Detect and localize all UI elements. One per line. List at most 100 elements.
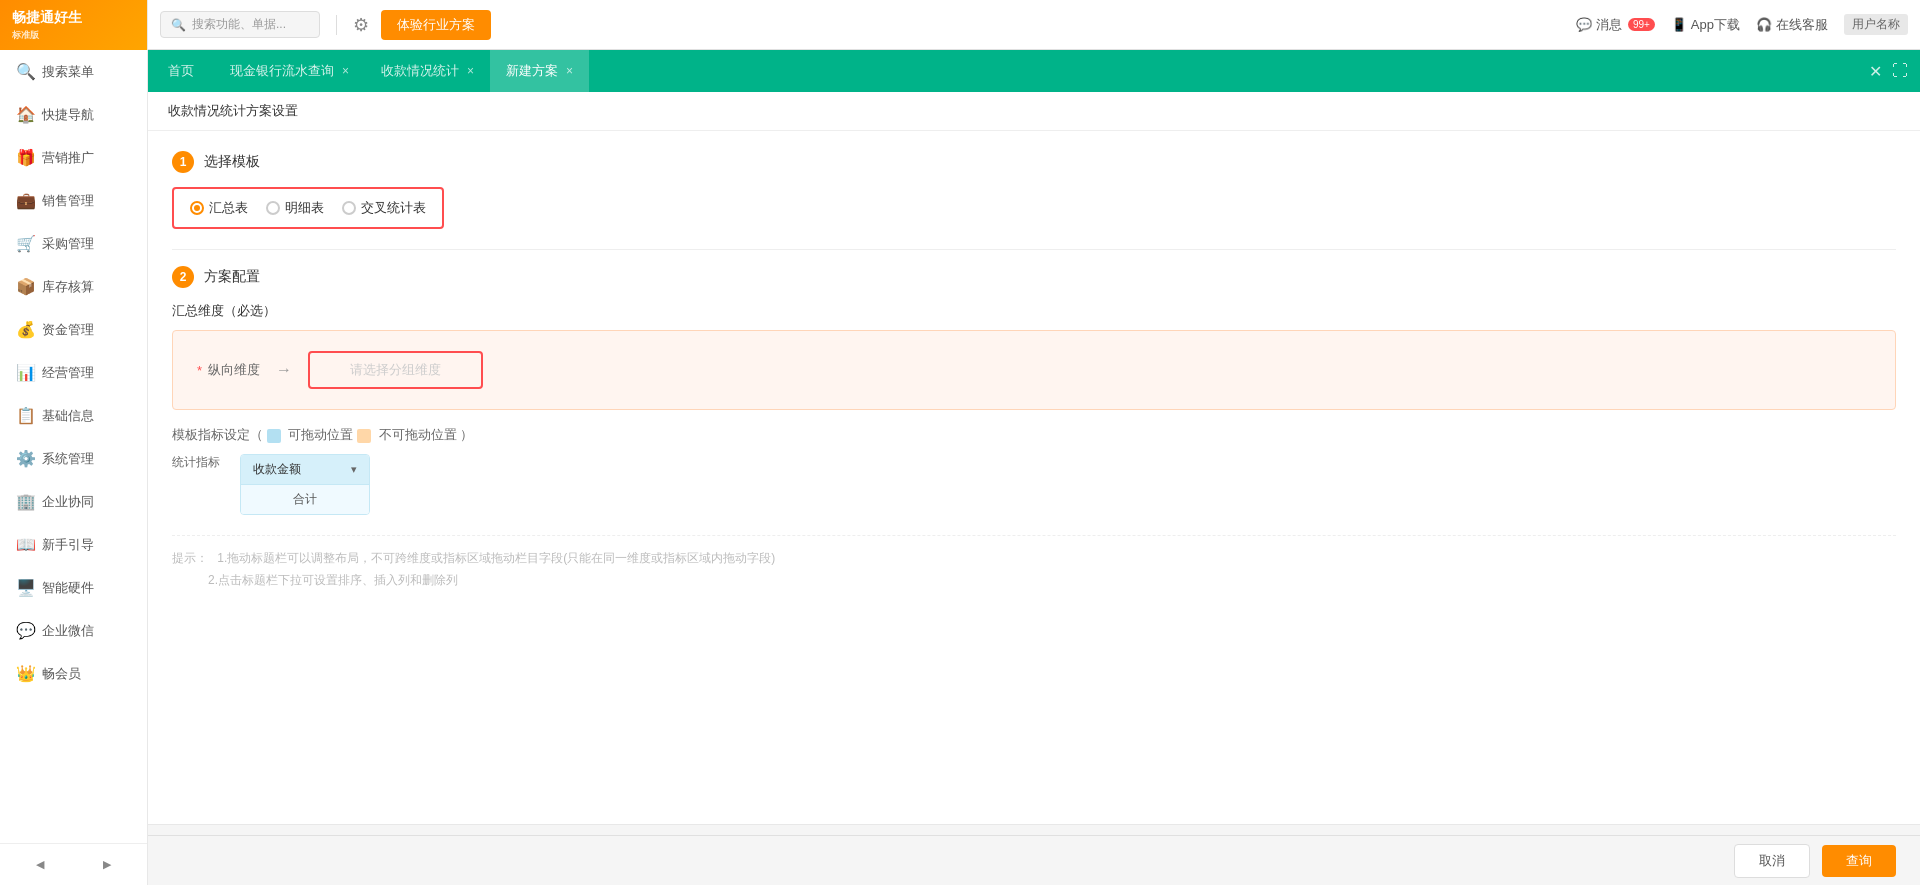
step1-title: 选择模板: [204, 153, 260, 171]
col-sub-text: 合计: [293, 492, 317, 506]
group-dimension-select[interactable]: 请选择分组维度: [308, 351, 483, 389]
tab-home[interactable]: 首页: [148, 50, 214, 92]
tab-bank-flow[interactable]: 现金银行流水查询 ×: [214, 50, 365, 92]
app-icon: 📱: [1671, 17, 1687, 32]
search-box[interactable]: 🔍 搜索功能、单据...: [160, 11, 320, 38]
sidebar-item-label: 销售管理: [42, 192, 94, 210]
summary-dim-label: 汇总维度（必选）: [172, 303, 276, 318]
sidebar-item-label: 企业微信: [42, 622, 94, 640]
indicator-table-header[interactable]: 收款金额 ▾: [241, 455, 369, 485]
radio-summary[interactable]: 汇总表: [190, 199, 248, 217]
summary-dim-section: 汇总维度（必选） * 纵向维度 → 请选择分组维度: [172, 302, 1896, 410]
tab-new-plan-close[interactable]: ×: [566, 64, 573, 78]
sidebar-item-label: 基础信息: [42, 407, 94, 425]
sidebar-collapse-btn[interactable]: ◀: [8, 852, 72, 877]
user-avatar[interactable]: 用户名称: [1844, 14, 1908, 35]
template-radio-group: 汇总表 明细表 交叉统计表: [190, 199, 426, 217]
indicator-settings-label: 模板指标设定（ 可拖动位置 不可拖动位置 ）: [172, 426, 473, 444]
app-download-item[interactable]: 📱 App下载: [1671, 16, 1740, 34]
sidebar-item-label: 系统管理: [42, 450, 94, 468]
sidebar-item-basic-info[interactable]: 📋 基础信息: [0, 394, 147, 437]
guide-icon: 📖: [16, 535, 34, 554]
basic-info-icon: 📋: [16, 406, 34, 425]
support-icon: 🎧: [1756, 17, 1772, 32]
sidebar-item-operations[interactable]: 📊 经营管理: [0, 351, 147, 394]
marketing-icon: 🎁: [16, 148, 34, 167]
col-dropdown-icon[interactable]: ▾: [351, 463, 357, 476]
online-support-item[interactable]: 🎧 在线客服: [1756, 16, 1828, 34]
tab-home-label: 首页: [168, 62, 194, 80]
sidebar-item-label: 快捷导航: [42, 106, 94, 124]
indicator-table: 收款金额 ▾ 合计: [240, 454, 370, 515]
enterprise-icon: 🏢: [16, 492, 34, 511]
sidebar-item-wechat[interactable]: 💬 企业微信: [0, 609, 147, 652]
sidebar-item-system[interactable]: ⚙️ 系统管理: [0, 437, 147, 480]
tab-collection-stats-close[interactable]: ×: [467, 64, 474, 78]
trial-button[interactable]: 体验行业方案: [381, 10, 491, 40]
logo-sub: 标准版: [12, 29, 82, 42]
message-item[interactable]: 💬 消息 99+: [1576, 16, 1655, 34]
tab-collection-stats[interactable]: 收款情况统计 ×: [365, 50, 490, 92]
radio-detail-label: 明细表: [285, 199, 324, 217]
sidebar-item-search-menu[interactable]: 🔍 搜索菜单: [0, 50, 147, 93]
sidebar-item-member[interactable]: 👑 畅会员: [0, 652, 147, 695]
search-menu-icon: 🔍: [16, 62, 34, 81]
tip1: 提示： 1.拖动标题栏可以调整布局，不可跨维度或指标区域拖动栏目字段(只能在同一…: [172, 548, 1896, 570]
radio-detail[interactable]: 明细表: [266, 199, 324, 217]
cancel-button[interactable]: 取消: [1734, 844, 1810, 878]
message-label: 消息: [1596, 16, 1622, 34]
summary-dim-title: 汇总维度（必选）: [172, 302, 1896, 320]
tab-new-plan[interactable]: 新建方案 ×: [490, 50, 589, 92]
sidebar-item-label: 采购管理: [42, 235, 94, 253]
sidebar-item-label: 智能硬件: [42, 579, 94, 597]
sidebar-item-label: 新手引导: [42, 536, 94, 554]
sidebar-item-funds[interactable]: 💰 资金管理: [0, 308, 147, 351]
tab-bank-flow-close[interactable]: ×: [342, 64, 349, 78]
step1-section: 1 选择模板 汇总表 明细表: [172, 151, 1896, 229]
sidebar-item-marketing[interactable]: 🎁 营销推广: [0, 136, 147, 179]
footer-save-section: 方案保存（可选）: [148, 824, 1920, 835]
search-icon: 🔍: [171, 18, 186, 32]
user-name: 用户名称: [1852, 17, 1900, 31]
search-placeholder-text: 搜索功能、单据...: [192, 16, 286, 33]
inventory-icon: 📦: [16, 277, 34, 296]
sidebar-item-hardware[interactable]: 🖥️ 智能硬件: [0, 566, 147, 609]
app-download-label: App下载: [1691, 16, 1740, 34]
main-area: 🔍 搜索功能、单据... ⚙ 体验行业方案 💬 消息 99+ 📱 App下载 🎧…: [148, 0, 1920, 885]
member-icon: 👑: [16, 664, 34, 683]
radio-cross-label: 交叉统计表: [361, 199, 426, 217]
draggable-badge: [267, 429, 281, 443]
tab-expand-icon[interactable]: ⛶: [1892, 62, 1908, 80]
sidebar-item-guide[interactable]: 📖 新手引导: [0, 523, 147, 566]
settings-gear-icon[interactable]: ⚙: [353, 14, 369, 36]
sidebar-item-label: 畅会员: [42, 665, 81, 683]
page-header: 收款情况统计方案设置: [148, 92, 1920, 131]
sidebar-item-label: 库存核算: [42, 278, 94, 296]
query-button[interactable]: 查询: [1822, 845, 1896, 877]
indicator-label-row: 模板指标设定（ 可拖动位置 不可拖动位置 ）: [172, 426, 1896, 444]
sidebar-item-enterprise[interactable]: 🏢 企业协同: [0, 480, 147, 523]
sidebar-item-label: 营销推广: [42, 149, 94, 167]
radio-cross[interactable]: 交叉统计表: [342, 199, 426, 217]
tab-close-icon[interactable]: ✕: [1869, 62, 1882, 81]
tabbar: 首页 现金银行流水查询 × 收款情况统计 × 新建方案 × ✕ ⛶: [148, 50, 1920, 92]
operations-icon: 📊: [16, 363, 34, 382]
content-area: 收款情况统计方案设置 1 选择模板 汇总表: [148, 92, 1920, 835]
sidebar: 畅捷通好生 标准版 🔍 搜索菜单 🏠 快捷导航 🎁 营销推广 💼 销售管理 🛒 …: [0, 0, 148, 885]
sidebar-item-sales[interactable]: 💼 销售管理: [0, 179, 147, 222]
online-support-label: 在线客服: [1776, 16, 1828, 34]
step1-header: 1 选择模板: [172, 151, 1896, 173]
radio-detail-circle: [266, 201, 280, 215]
sidebar-item-quick-nav[interactable]: 🏠 快捷导航: [0, 93, 147, 136]
template-selection-box: 汇总表 明细表 交叉统计表: [172, 187, 444, 229]
wechat-icon: 💬: [16, 621, 34, 640]
sidebar-item-purchase[interactable]: 🛒 采购管理: [0, 222, 147, 265]
indicator-table-cell: 合计: [241, 485, 369, 514]
sidebar-item-label: 经营管理: [42, 364, 94, 382]
step1-number: 1: [172, 151, 194, 173]
sidebar-bottom: ◀ ▶: [0, 843, 147, 885]
sidebar-item-inventory[interactable]: 📦 库存核算: [0, 265, 147, 308]
page-title: 收款情况统计方案设置: [168, 103, 298, 118]
sidebar-expand-btn[interactable]: ▶: [76, 852, 140, 877]
non-draggable-badge: [357, 429, 371, 443]
